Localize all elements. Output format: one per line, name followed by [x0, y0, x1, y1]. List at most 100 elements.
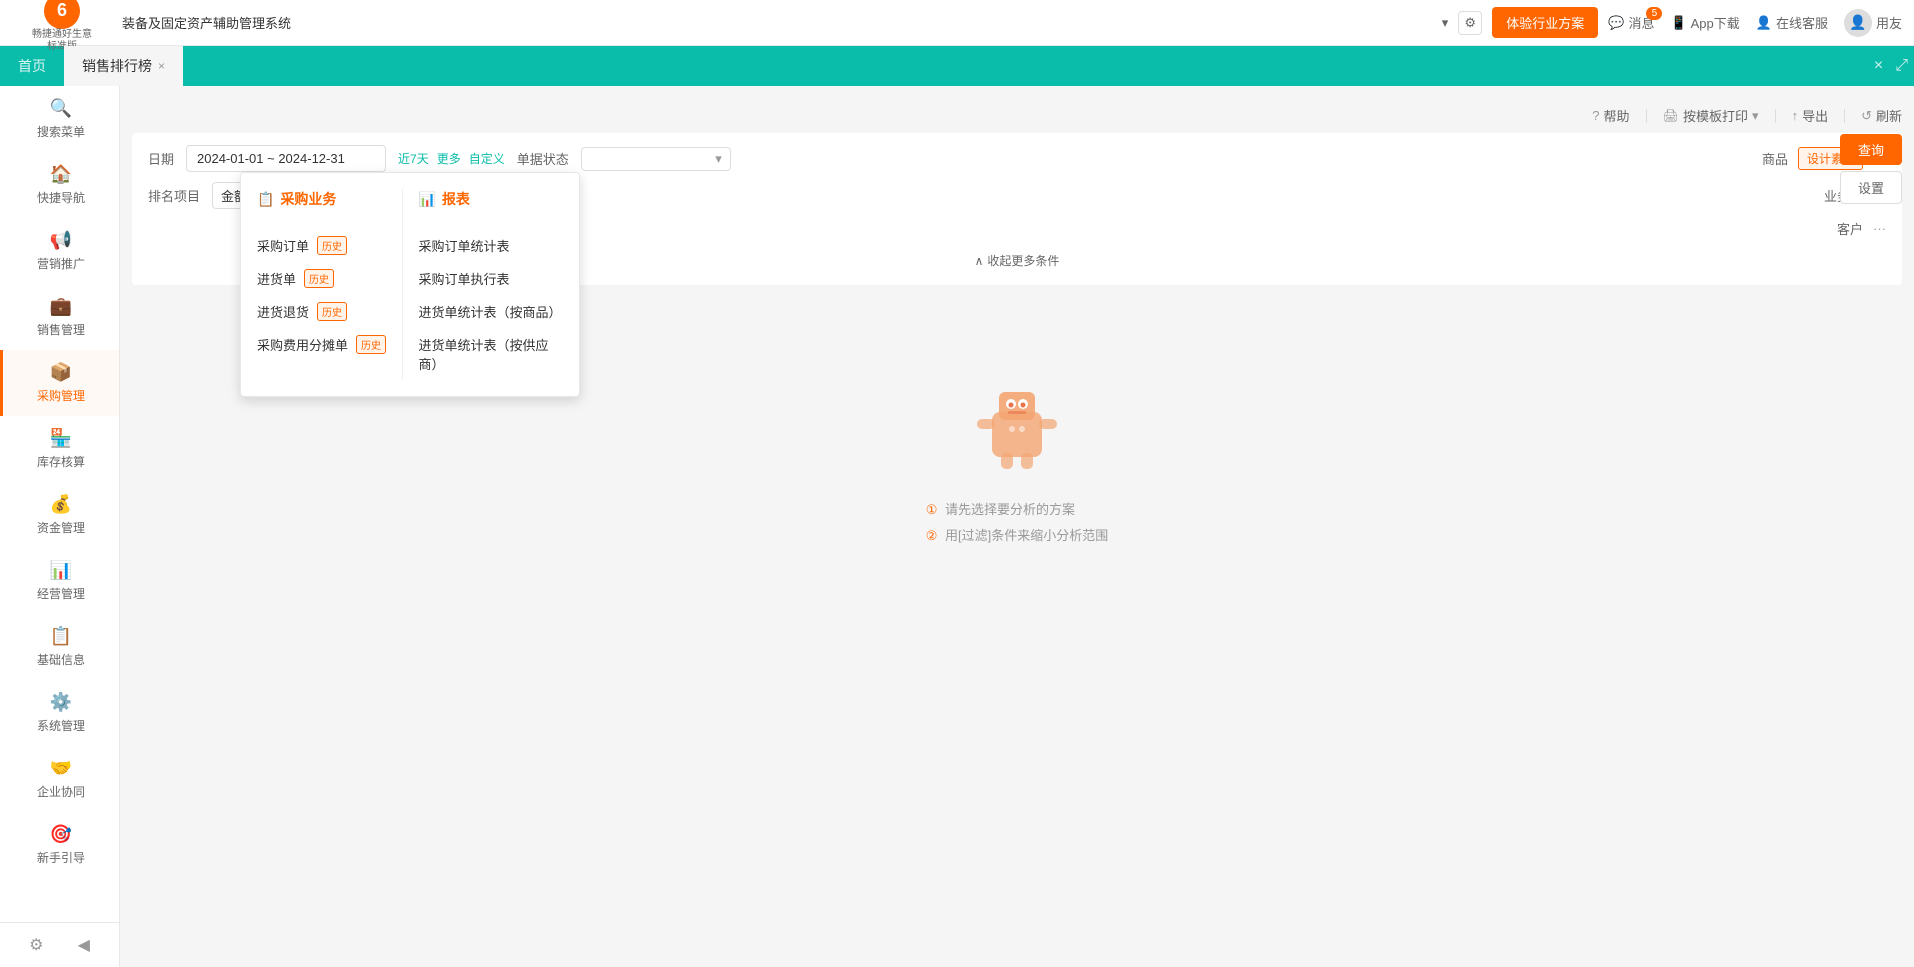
bill-status-label: 单据状态 [517, 149, 569, 168]
shortcut-custom[interactable]: 自定义 [469, 150, 505, 167]
goods-label: 商品 [1762, 149, 1788, 168]
dropdown-item-inbound[interactable]: 进货单 历史 [257, 262, 402, 295]
date-input[interactable] [186, 145, 386, 172]
basic-icon: 📋 [50, 626, 72, 647]
sidebar-item-system[interactable]: ⚙️ 系统管理 [0, 680, 119, 746]
query-button[interactable]: 查询 [1840, 134, 1902, 165]
dropdown-item-inbound-supplier[interactable]: 进货单统计表（按供应商） [419, 328, 564, 380]
user-name: 用友 [1876, 13, 1902, 32]
rank-label: 排名项目 [148, 186, 200, 205]
print-button[interactable]: 🖨 按模板打印 ▾ [1663, 106, 1759, 125]
sidebar-item-guide[interactable]: 🎯 新手引导 [0, 812, 119, 878]
sidebar-item-inventory[interactable]: 🏪 库存核算 [0, 416, 119, 482]
empty-hint-1: ① 请先选择要分析的方案 [926, 497, 1109, 523]
tab-sales-rank[interactable]: 销售排行榜 × [64, 46, 183, 86]
dropdown-menu: 📋 采购业务 采购订单 历史 进货单 历史 进货退货 历史 [240, 172, 580, 397]
sidebar-item-purchase[interactable]: 📦 采购管理 [0, 350, 119, 416]
refresh-button[interactable]: ↺ 刷新 [1861, 106, 1902, 125]
divider2 [1775, 109, 1776, 123]
empty-text: ① 请先选择要分析的方案 ② 用[过滤]条件来缩小分析范围 [926, 497, 1109, 549]
settings-button[interactable]: 设置 [1840, 171, 1902, 204]
date-label: 日期 [148, 149, 174, 168]
sidebar-item-finance[interactable]: 💰 资金管理 [0, 482, 119, 548]
settings-icon[interactable]: ⚙ [1458, 11, 1482, 35]
system-dropdown-icon[interactable]: ▾ [1442, 15, 1449, 31]
sidebar-settings-icon[interactable]: ⚙ [29, 935, 43, 955]
sidebar-item-operation[interactable]: 📊 经营管理 [0, 548, 119, 614]
bill-status-select[interactable]: ▾ [581, 147, 731, 171]
phone-icon: 📱 [1670, 15, 1686, 31]
online-service-button[interactable]: 👤 在线客服 [1756, 13, 1828, 32]
hist-badge-3: 历史 [356, 335, 386, 354]
dropdown-item-inbound-goods[interactable]: 进货单统计表（按商品） [419, 295, 564, 328]
dropdown-item-po-exec[interactable]: 采购订单执行表 [419, 262, 564, 295]
collapse-arrow-icon: ∧ [975, 254, 984, 268]
action-buttons: 查询 设置 [1840, 134, 1902, 204]
divider1 [1646, 109, 1647, 123]
print-icon: 🖨 [1663, 108, 1680, 124]
dropdown-col1-header: 📋 采购业务 [257, 189, 402, 217]
shortcut-7days[interactable]: 近7天 [398, 150, 429, 167]
sidebar-item-basic[interactable]: 📋 基础信息 [0, 614, 119, 680]
purchase-biz-icon: 📋 [257, 191, 274, 208]
customer-label: 客户 [1837, 219, 1863, 238]
topbar: 6 畅捷通好生意 标准版 装备及固定资产辅助管理系统 ▾ ⚙ 体验行业方案 💬 … [0, 0, 1914, 46]
export-button[interactable]: ↑ 导出 [1792, 106, 1829, 125]
customer-ellipsis[interactable]: ··· [1873, 221, 1886, 236]
system-name: 装备及固定资产辅助管理系统 [122, 13, 1432, 32]
dropdown-col2-header: 📊 报表 [419, 189, 564, 217]
sidebar: 🔍 搜索菜单 🏠 快捷导航 📢 营销推广 💼 销售管理 📦 采购管理 🏪 库存核… [0, 86, 120, 967]
sidebar-bottom: ⚙ ◀ [0, 922, 119, 967]
message-badge: 5 [1646, 7, 1662, 20]
sidebar-item-quicknav[interactable]: 🏠 快捷导航 [0, 152, 119, 218]
logo-area: 6 畅捷通好生意 标准版 [12, 0, 112, 53]
marketing-icon: 📢 [50, 230, 72, 251]
empty-illustration [957, 377, 1077, 477]
dropdown-item-purchase-order[interactable]: 采购订单 历史 [257, 229, 402, 262]
sidebar-item-marketing[interactable]: 📢 营销推广 [0, 218, 119, 284]
sidebar-item-sales[interactable]: 💼 销售管理 [0, 284, 119, 350]
dropdown-col-purchase: 📋 采购业务 采购订单 历史 进货单 历史 进货退货 历史 [257, 189, 402, 380]
sidebar-item-enterprise[interactable]: 🤝 企业协同 [0, 746, 119, 812]
service-icon: 👤 [1756, 15, 1772, 31]
close-all-tabs-button[interactable]: × [1868, 57, 1889, 75]
user-area[interactable]: 👤 用友 [1844, 9, 1902, 37]
export-icon: ↑ [1792, 108, 1799, 123]
tab-home[interactable]: 首页 [0, 46, 64, 86]
hist-badge-2: 历史 [317, 302, 347, 321]
hist-badge-1: 历史 [304, 269, 334, 288]
message-icon: 💬 [1608, 15, 1624, 31]
messages-button[interactable]: 💬 消息 5 [1608, 13, 1654, 32]
app-download-button[interactable]: 📱 App下载 [1670, 13, 1739, 32]
tab-close-icon[interactable]: × [158, 59, 165, 73]
sidebar-collapse-icon[interactable]: ◀ [78, 935, 90, 955]
inventory-icon: 🏪 [50, 428, 72, 449]
dropdown-item-return[interactable]: 进货退货 历史 [257, 295, 402, 328]
logo-icon: 6 [44, 0, 80, 29]
shortcut-more[interactable]: 更多 [437, 150, 461, 167]
bill-status-dropdown-icon: ▾ [715, 151, 722, 167]
date-shortcuts: 近7天 更多 自定义 [398, 150, 505, 167]
print-dropdown-icon[interactable]: ▾ [1752, 108, 1759, 124]
dropdown-item-po-stats[interactable]: 采购订单统计表 [419, 229, 564, 262]
dropdown-item-expense[interactable]: 采购费用分摊单 历史 [257, 328, 402, 361]
sales-icon: 💼 [50, 296, 72, 317]
filter-row-1: 日期 近7天 更多 自定义 单据状态 ▾ 商品 设计素 × [148, 145, 1886, 172]
collapse-button[interactable]: ∧ 收起更多条件 [975, 248, 1060, 273]
sidebar-item-search[interactable]: 🔍 搜索菜单 [0, 86, 119, 152]
user-avatar: 👤 [1844, 9, 1872, 37]
guide-icon: 🎯 [50, 824, 72, 845]
main-layout: 🔍 搜索菜单 🏠 快捷导航 📢 营销推广 💼 销售管理 📦 采购管理 🏪 库存核… [0, 86, 1914, 967]
help-icon: ? [1592, 108, 1599, 123]
operation-icon: 📊 [50, 560, 72, 581]
resize-button[interactable]: ⤢ [1889, 57, 1914, 75]
nav-tabs: 首页 销售排行榜 × × ⤢ [0, 46, 1914, 86]
help-button[interactable]: ? 帮助 [1592, 106, 1629, 125]
trial-button[interactable]: 体验行业方案 [1492, 7, 1598, 38]
hist-badge-0: 历史 [317, 236, 347, 255]
dropdown-col-reports: 📊 报表 采购订单统计表 采购订单执行表 进货单统计表（按商品） 进货单统计表（… [402, 189, 564, 380]
search-icon: 🔍 [50, 98, 72, 119]
home-icon: 🏠 [50, 164, 72, 185]
enterprise-icon: 🤝 [50, 758, 72, 779]
divider3 [1844, 109, 1845, 123]
